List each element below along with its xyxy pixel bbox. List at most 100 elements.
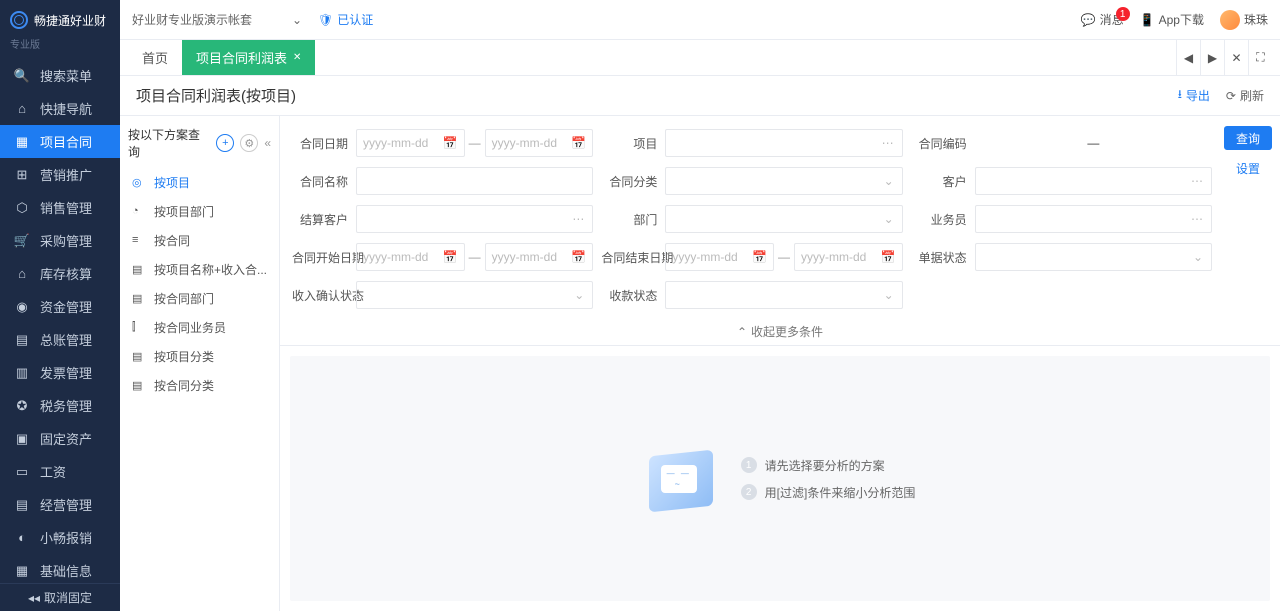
scheme-item-1[interactable]: ◔按项目部门 bbox=[128, 197, 271, 226]
tab-1[interactable]: 项目合同利润表✕ bbox=[182, 40, 315, 75]
f13-input[interactable]: ⌄ bbox=[356, 281, 593, 309]
nav-item-15[interactable]: ▦基础信息 bbox=[0, 554, 120, 583]
add-scheme-button[interactable]: + bbox=[216, 134, 234, 152]
scheme-icon: ▤ bbox=[132, 350, 146, 364]
nav-label: 发票管理 bbox=[40, 363, 92, 382]
avatar bbox=[1220, 10, 1240, 30]
nav-item-6[interactable]: ⌂库存核算 bbox=[0, 257, 120, 290]
f14-input[interactable]: ⌄ bbox=[665, 281, 902, 309]
settings-button[interactable]: 设置 bbox=[1224, 156, 1272, 180]
nav-label: 经营管理 bbox=[40, 495, 92, 514]
filter-label: 业务员 bbox=[911, 211, 975, 228]
f1-end[interactable]: yyyy-mm-dd📅 bbox=[485, 129, 594, 157]
f1-start[interactable]: yyyy-mm-dd📅 bbox=[356, 129, 465, 157]
tab-prev-button[interactable]: ◀ bbox=[1176, 40, 1200, 75]
collapse-panel-button[interactable]: « bbox=[264, 136, 271, 150]
nav-item-12[interactable]: ▭ 工资 bbox=[0, 455, 120, 488]
f11-end[interactable]: yyyy-mm-dd📅 bbox=[794, 243, 903, 271]
nav-item-8[interactable]: ▤总账管理 bbox=[0, 323, 120, 356]
nav-item-10[interactable]: ✪税务管理 bbox=[0, 389, 120, 422]
nav-label: 总账管理 bbox=[40, 330, 92, 349]
f9-input[interactable]: ⋯ bbox=[975, 205, 1212, 233]
calendar-icon: 📅 bbox=[881, 250, 896, 264]
nav-icon: ▣ bbox=[14, 431, 30, 447]
messages-button[interactable]: 💬 消息 1 bbox=[1081, 11, 1124, 28]
tab-close-icon[interactable]: ✕ bbox=[293, 52, 301, 63]
nav-icon: ✪ bbox=[14, 398, 30, 414]
nav-item-5[interactable]: 🛒采购管理 bbox=[0, 224, 120, 257]
scheme-item-6[interactable]: ▤按项目分类 bbox=[128, 342, 271, 371]
app-download-button[interactable]: 📱 App下载 bbox=[1140, 11, 1204, 28]
nav-item-3[interactable]: ⊞ 营销推广 bbox=[0, 158, 120, 191]
export-button[interactable]: ⭳ 导出 bbox=[1178, 85, 1210, 106]
scheme-settings-button[interactable]: ⚙ bbox=[240, 134, 258, 152]
chevron-icon: ⌄ bbox=[1193, 250, 1203, 264]
verified-badge: 🛡 已认证 bbox=[318, 11, 373, 28]
f2-input[interactable]: ⋯ bbox=[665, 129, 902, 157]
scheme-icon: ◎ bbox=[132, 176, 146, 190]
scheme-item-4[interactable]: ▤按合同部门 bbox=[128, 284, 271, 313]
tab-close-all-button[interactable]: ✕ bbox=[1224, 40, 1248, 75]
user-menu[interactable]: 珠珠 bbox=[1220, 10, 1268, 30]
scheme-icon: ▤ bbox=[132, 292, 146, 306]
filter-f12: 单据状态⌄ bbox=[911, 238, 1212, 276]
collapse-filters-button[interactable]: ⌃ 收起更多条件 bbox=[280, 318, 1280, 346]
nav-item-4[interactable]: ⬡销售管理 bbox=[0, 191, 120, 224]
f4-input[interactable] bbox=[356, 167, 593, 195]
f10-start[interactable]: yyyy-mm-dd📅 bbox=[356, 243, 465, 271]
f6-input[interactable]: ⋯ bbox=[975, 167, 1212, 195]
download-label: App下载 bbox=[1159, 11, 1204, 28]
nav-item-11[interactable]: ▣固定资产 bbox=[0, 422, 120, 455]
f3-input[interactable]: — bbox=[975, 129, 1212, 157]
scheme-item-5[interactable]: ⫿按合同业务员 bbox=[128, 313, 271, 342]
nav-icon: ▭ bbox=[14, 464, 30, 480]
empty-state: 1 请先选择要分析的方案 2 用[过滤]条件来缩小分析范围 bbox=[290, 356, 1270, 601]
org-select[interactable]: 好业财专业版演示帐套 ⌄ bbox=[132, 11, 302, 28]
query-button[interactable]: 查询 bbox=[1224, 126, 1272, 150]
nav-item-2[interactable]: ▦项目合同 bbox=[0, 125, 120, 158]
nav-item-13[interactable]: ▤经营管理 bbox=[0, 488, 120, 521]
scheme-panel: 按以下方案查询 + ⚙ « ◎按项目◔按项目部门≡按合同▤按项目名称+收入合..… bbox=[120, 116, 280, 611]
nav-icon: ⊞ bbox=[14, 167, 30, 183]
f8-input[interactable]: ⌄ bbox=[665, 205, 902, 233]
pin-toggle[interactable]: ◂◂ 取消固定 bbox=[0, 583, 120, 611]
filter-label: 客户 bbox=[911, 173, 975, 190]
nav-item-7[interactable]: ◉资金管理 bbox=[0, 290, 120, 323]
filter-f6: 客户⋯ bbox=[911, 162, 1212, 200]
step-num-2: 2 bbox=[741, 484, 757, 500]
nav-item-14[interactable]: ◐小畅报销 bbox=[0, 521, 120, 554]
message-icon: 💬 bbox=[1081, 13, 1096, 27]
filter-f8: 部门⌄ bbox=[601, 200, 902, 238]
scheme-icon: ◔ bbox=[132, 205, 146, 219]
step-text-1: 请先选择要分析的方案 bbox=[765, 457, 885, 474]
tab-0[interactable]: 首页 bbox=[128, 40, 182, 75]
scheme-item-0[interactable]: ◎按项目 bbox=[128, 168, 271, 197]
f12-input[interactable]: ⌄ bbox=[975, 243, 1212, 271]
scheme-item-7[interactable]: ▤按合同分类 bbox=[128, 371, 271, 400]
nav-item-1[interactable]: ⌂快捷导航 bbox=[0, 92, 120, 125]
step-num-1: 1 bbox=[741, 457, 757, 473]
topbar: 好业财专业版演示帐套 ⌄ 🛡 已认证 💬 消息 1 📱 App下载 珠珠 bbox=[120, 0, 1280, 40]
nav-item-0[interactable]: 🔍搜索菜单 bbox=[0, 59, 120, 92]
scheme-item-3[interactable]: ▤按项目名称+收入合... bbox=[128, 255, 271, 284]
filter-label: 合同编码 bbox=[911, 135, 975, 152]
filter-label: 结算客户 bbox=[292, 211, 356, 228]
nav-label: 基础信息 bbox=[40, 561, 92, 580]
nav-label: 工资 bbox=[40, 462, 66, 481]
chevron-icon: ⌄ bbox=[884, 174, 894, 188]
f7-input[interactable]: ⋯ bbox=[356, 205, 593, 233]
f10-end[interactable]: yyyy-mm-dd📅 bbox=[485, 243, 594, 271]
refresh-button[interactable]: ⟳ 刷新 bbox=[1226, 87, 1264, 104]
nav-label: 营销推广 bbox=[40, 165, 92, 184]
fullscreen-button[interactable]: ⛶ bbox=[1248, 40, 1272, 75]
f5-input[interactable]: ⌄ bbox=[665, 167, 902, 195]
collapse-icon: ⌃ bbox=[737, 325, 747, 339]
nav-icon: ▥ bbox=[14, 365, 30, 381]
scheme-item-2[interactable]: ≡按合同 bbox=[128, 226, 271, 255]
tab-next-button[interactable]: ▶ bbox=[1200, 40, 1224, 75]
empty-illustration bbox=[645, 443, 717, 515]
f11-start[interactable]: yyyy-mm-dd📅 bbox=[665, 243, 774, 271]
nav-icon: ▦ bbox=[14, 134, 30, 150]
nav-item-9[interactable]: ▥ 发票管理 bbox=[0, 356, 120, 389]
scheme-label: 按合同 bbox=[154, 232, 190, 249]
